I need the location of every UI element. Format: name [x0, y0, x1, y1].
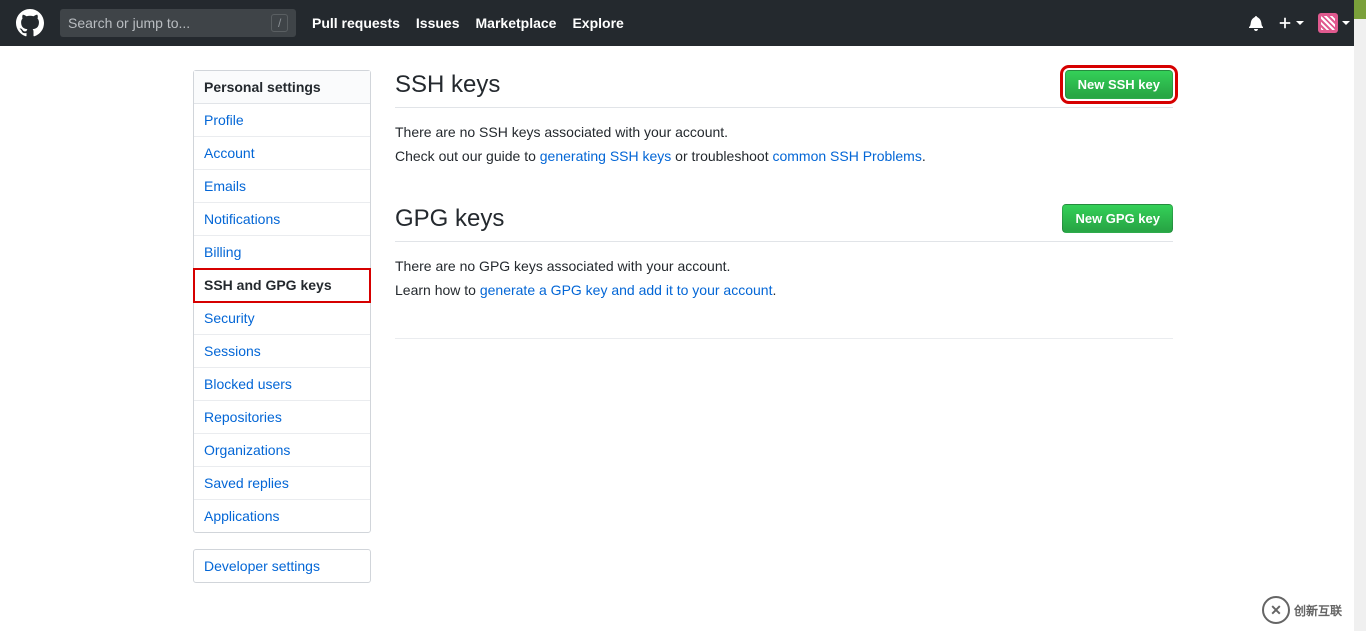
- ssh-keys-section: SSH keys New SSH key There are no SSH ke…: [395, 70, 1173, 164]
- personal-settings-menu: Personal settings Profile Account Emails…: [193, 70, 371, 533]
- search-box[interactable]: /: [60, 9, 296, 37]
- sidebar-item-emails[interactable]: Emails: [194, 170, 370, 203]
- gpg-empty-text: There are no GPG keys associated with yo…: [395, 258, 1173, 274]
- settings-container: Personal settings Profile Account Emails…: [193, 70, 1173, 639]
- watermark-logo-icon: ✕: [1262, 596, 1290, 624]
- nav-explore[interactable]: Explore: [572, 15, 623, 31]
- ssh-title: SSH keys: [395, 71, 500, 99]
- sidebar-item-billing[interactable]: Billing: [194, 236, 370, 269]
- chevron-down-icon: [1296, 21, 1304, 25]
- gpg-learn-text: Learn how to generate a GPG key and add …: [395, 282, 1173, 298]
- notifications-icon[interactable]: [1248, 15, 1264, 31]
- gpg-title: GPG keys: [395, 205, 504, 233]
- new-ssh-key-button[interactable]: New SSH key: [1065, 70, 1173, 99]
- sidebar-item-repositories[interactable]: Repositories: [194, 401, 370, 434]
- nav-issues[interactable]: Issues: [416, 15, 460, 31]
- sidebar-item-security[interactable]: Security: [194, 302, 370, 335]
- sidebar-item-saved-replies[interactable]: Saved replies: [194, 467, 370, 500]
- watermark: ✕ 创新互联: [1262, 595, 1352, 625]
- sidebar-heading: Personal settings: [194, 71, 370, 104]
- chevron-down-icon: [1342, 21, 1350, 25]
- gpg-learn-suffix: .: [772, 282, 776, 298]
- ssh-guide-text: Check out our guide to generating SSH ke…: [395, 148, 1173, 164]
- generating-ssh-keys-link[interactable]: generating SSH keys: [540, 148, 672, 164]
- watermark-text: 创新互联: [1294, 602, 1342, 619]
- ssh-guide-prefix: Check out our guide to: [395, 148, 540, 164]
- sidebar-item-profile[interactable]: Profile: [194, 104, 370, 137]
- sidebar-item-developer-settings[interactable]: Developer settings: [194, 550, 370, 582]
- sidebar-item-ssh-gpg-keys[interactable]: SSH and GPG keys: [194, 269, 370, 302]
- nav-marketplace[interactable]: Marketplace: [476, 15, 557, 31]
- avatar: [1318, 13, 1338, 33]
- ssh-guide-mid: or troubleshoot: [671, 148, 772, 164]
- settings-main: SSH keys New SSH key There are no SSH ke…: [395, 70, 1173, 599]
- global-header: / Pull requests Issues Marketplace Explo…: [0, 0, 1366, 46]
- sidebar-item-applications[interactable]: Applications: [194, 500, 370, 532]
- user-menu[interactable]: [1318, 13, 1350, 33]
- common-ssh-problems-link[interactable]: common SSH Problems: [772, 148, 921, 164]
- sidebar-item-account[interactable]: Account: [194, 137, 370, 170]
- ssh-empty-text: There are no SSH keys associated with yo…: [395, 124, 1173, 140]
- sidebar-item-sessions[interactable]: Sessions: [194, 335, 370, 368]
- new-gpg-key-button[interactable]: New GPG key: [1062, 204, 1173, 233]
- search-slash-hint: /: [271, 14, 288, 32]
- header-right: [1248, 13, 1350, 33]
- ssh-guide-suffix: .: [922, 148, 926, 164]
- generate-gpg-key-link[interactable]: generate a GPG key and add it to your ac…: [480, 282, 773, 298]
- create-new-dropdown[interactable]: [1278, 16, 1304, 30]
- gpg-subhead: GPG keys New GPG key: [395, 204, 1173, 242]
- developer-settings-menu: Developer settings: [193, 549, 371, 583]
- search-input[interactable]: [68, 15, 271, 31]
- gpg-keys-section: GPG keys New GPG key There are no GPG ke…: [395, 204, 1173, 298]
- gpg-learn-prefix: Learn how to: [395, 282, 480, 298]
- ssh-subhead: SSH keys New SSH key: [395, 70, 1173, 108]
- settings-sidebar: Personal settings Profile Account Emails…: [193, 70, 371, 599]
- nav-pull-requests[interactable]: Pull requests: [312, 15, 400, 31]
- sidebar-item-blocked-users[interactable]: Blocked users: [194, 368, 370, 401]
- sidebar-item-organizations[interactable]: Organizations: [194, 434, 370, 467]
- github-logo[interactable]: [16, 9, 44, 37]
- right-edge-bar: [1354, 0, 1366, 631]
- primary-nav: Pull requests Issues Marketplace Explore: [312, 15, 624, 31]
- sidebar-item-notifications[interactable]: Notifications: [194, 203, 370, 236]
- footer-divider: [395, 338, 1173, 339]
